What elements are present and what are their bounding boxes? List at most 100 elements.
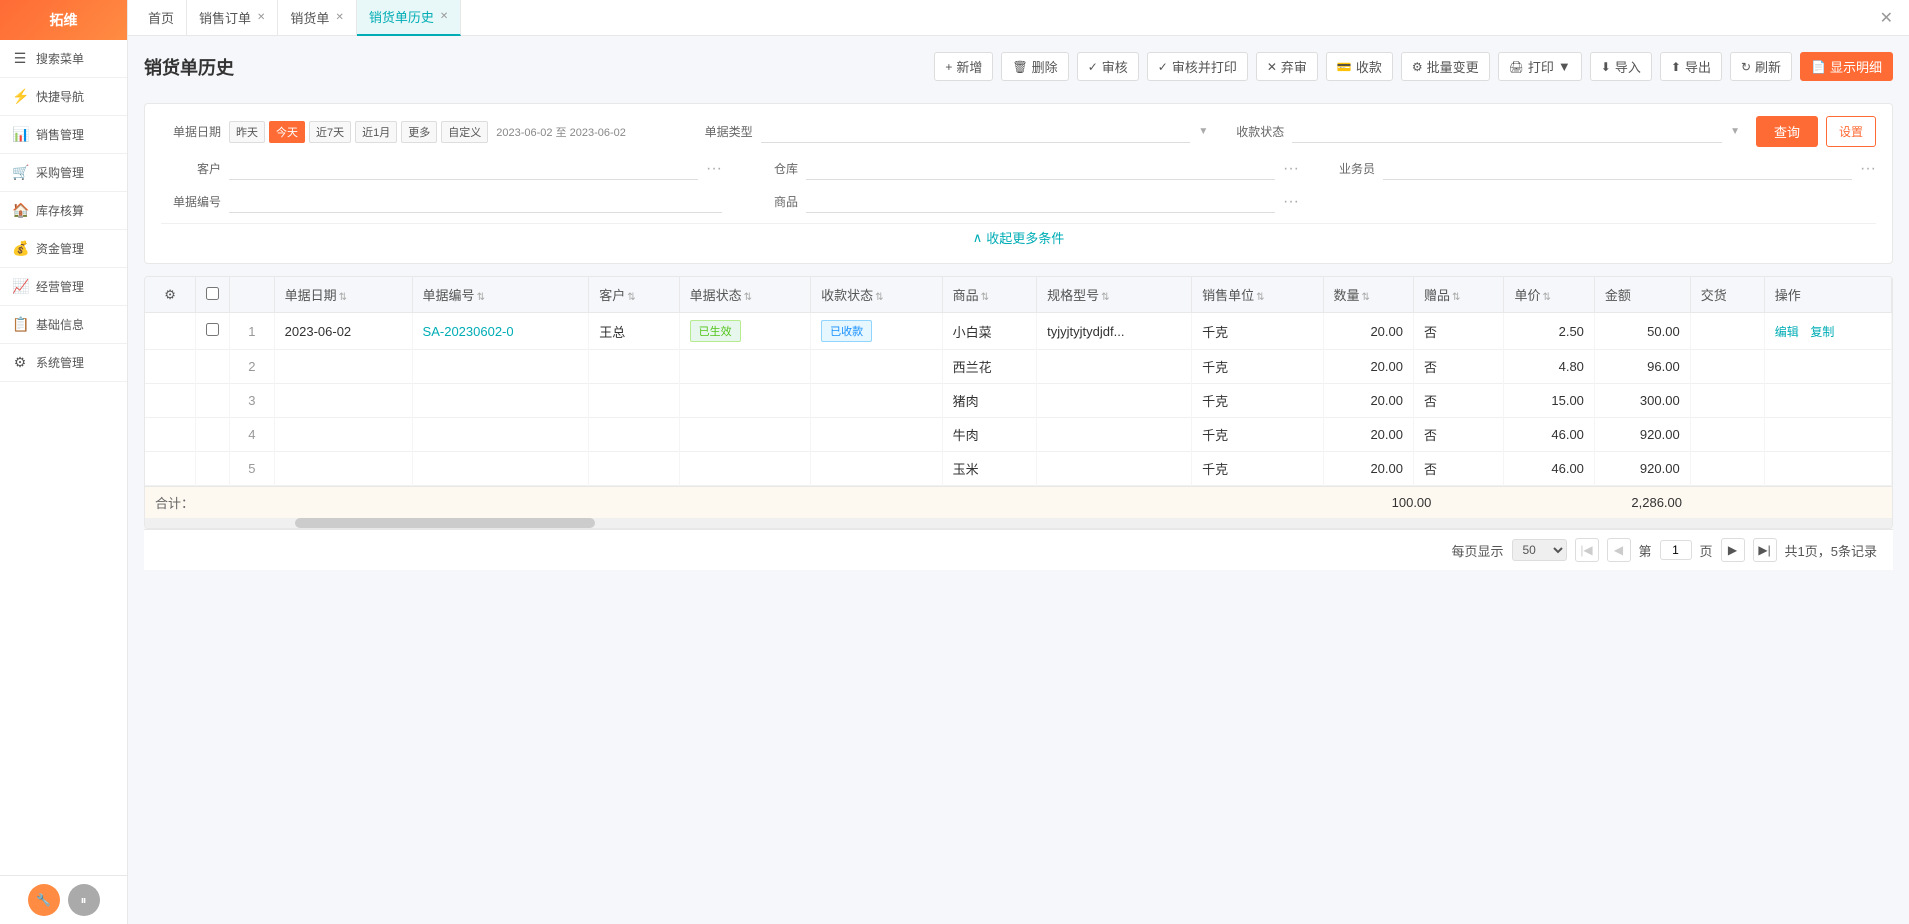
cell-doc-no[interactable] xyxy=(412,418,589,452)
goods-dots[interactable]: ··· xyxy=(1283,194,1299,210)
business-label: 业务员 xyxy=(1315,160,1375,177)
th-payment-status[interactable]: 收款状态⇅ xyxy=(811,277,942,313)
th-gear[interactable]: ⚙ xyxy=(145,277,196,313)
cell-doc-no[interactable]: SA-20230602-0 xyxy=(412,313,589,350)
tab-sales-history-close[interactable]: ✕ xyxy=(440,11,448,22)
next-page-button[interactable]: ▶ xyxy=(1721,538,1745,562)
tab-sales-order-label: 销售订单 xyxy=(199,8,251,27)
copy-link[interactable]: 复制 xyxy=(1810,325,1834,339)
tab-sales-order[interactable]: 销售订单 ✕ xyxy=(187,0,278,36)
batch-change-button[interactable]: ⚙ 批量变更 xyxy=(1401,52,1490,81)
th-doc-date[interactable]: 单据日期⇅ xyxy=(274,277,412,313)
business-dots[interactable]: ··· xyxy=(1860,161,1876,177)
th-check[interactable] xyxy=(196,277,230,313)
tab-sales-order-close[interactable]: ✕ xyxy=(257,12,265,23)
date-custom-btn[interactable]: 自定义 xyxy=(441,121,488,143)
cell-check[interactable] xyxy=(196,452,230,486)
per-page-select[interactable]: 50 20 100 xyxy=(1512,539,1567,561)
date-today-btn[interactable]: 今天 xyxy=(269,121,305,143)
cell-gift: 否 xyxy=(1413,418,1503,452)
prev-page-button[interactable]: ◀ xyxy=(1607,538,1631,562)
cell-check[interactable] xyxy=(196,350,230,384)
sidebar-item-sys-mgmt[interactable]: ⚙ 系统管理 xyxy=(0,344,127,382)
delete-label: 删除 xyxy=(1032,57,1058,76)
last-page-button[interactable]: ▶| xyxy=(1753,538,1777,562)
th-unit-price-label: 单价 xyxy=(1514,288,1540,303)
page-number-input[interactable] xyxy=(1660,540,1692,560)
tab-sales-history[interactable]: 销货单历史 ✕ xyxy=(357,0,461,36)
tab-sales-delivery[interactable]: 销货单 ✕ xyxy=(278,0,356,36)
close-all-tabs-button[interactable]: ✕ xyxy=(1872,8,1901,28)
settings-button[interactable]: 设置 xyxy=(1826,116,1876,147)
audit-button[interactable]: ✓ 审核 xyxy=(1077,52,1139,81)
th-doc-status[interactable]: 单据状态⇅ xyxy=(679,277,810,313)
tab-sales-delivery-close[interactable]: ✕ xyxy=(335,12,343,23)
th-unit-price[interactable]: 单价⇅ xyxy=(1504,277,1594,313)
query-button[interactable]: 查询 xyxy=(1756,116,1818,147)
sidebar-item-inventory[interactable]: 🏠 库存核算 xyxy=(0,192,127,230)
sidebar-item-finance[interactable]: 💰 资金管理 xyxy=(0,230,127,268)
sidebar-item-sales-mgmt[interactable]: 📊 销售管理 xyxy=(0,116,127,154)
date-1month-btn[interactable]: 近1月 xyxy=(355,121,397,143)
sidebar-bottom-btn2[interactable]: ⏸ xyxy=(68,884,100,916)
date-7days-btn[interactable]: 近7天 xyxy=(309,121,351,143)
goods-input[interactable] xyxy=(806,190,1275,213)
delete-button[interactable]: 🗑 删除 xyxy=(1001,52,1068,81)
cell-check[interactable] xyxy=(196,418,230,452)
collect-button[interactable]: 💳 收款 xyxy=(1326,52,1393,81)
tab-home[interactable]: 首页 xyxy=(136,0,187,36)
sidebar-item-search-menu[interactable]: ☰ 搜索菜单 xyxy=(0,40,127,78)
cell-doc-no[interactable] xyxy=(412,384,589,418)
date-yesterday-btn[interactable]: 昨天 xyxy=(229,121,265,143)
payment-status-select[interactable] xyxy=(1292,120,1722,143)
business-input[interactable] xyxy=(1383,157,1852,180)
warehouse-input[interactable] xyxy=(806,157,1275,180)
filter-row-1: 单据日期 昨天 今天 近7天 近1月 更多 自定义 2023-06-02 至 2… xyxy=(161,116,1876,147)
cell-goods: 西兰花 xyxy=(942,350,1037,384)
cell-doc-no[interactable] xyxy=(412,350,589,384)
cell-doc-no[interactable] xyxy=(412,452,589,486)
first-page-button[interactable]: |◀ xyxy=(1575,538,1599,562)
collect-icon: 💳 xyxy=(1337,60,1352,74)
collapse-button[interactable]: ∧ 收起更多条件 xyxy=(161,223,1876,251)
export-button[interactable]: ⬆ 导出 xyxy=(1660,52,1722,81)
th-gift[interactable]: 赠品⇅ xyxy=(1413,277,1503,313)
th-unit[interactable]: 销售单位⇅ xyxy=(1192,277,1323,313)
customer-input[interactable] xyxy=(229,157,698,180)
cell-quantity: 20.00 xyxy=(1323,384,1413,418)
doc-no-input[interactable] xyxy=(229,190,722,213)
sidebar-bottom-btn1[interactable]: 🔧 xyxy=(28,884,60,916)
th-doc-no[interactable]: 单据编号⇅ xyxy=(412,277,589,313)
edit-link[interactable]: 编辑 xyxy=(1775,325,1799,339)
refresh-button[interactable]: ↻ 刷新 xyxy=(1730,52,1792,81)
cell-check[interactable] xyxy=(196,384,230,418)
audit-print-button[interactable]: ✓ 审核并打印 xyxy=(1147,52,1248,81)
customer-dots[interactable]: ··· xyxy=(706,161,722,177)
cell-gear xyxy=(145,350,196,384)
new-button[interactable]: + 新增 xyxy=(934,52,993,81)
show-detail-button[interactable]: 📄 显示明细 xyxy=(1800,52,1893,81)
warehouse-dots[interactable]: ··· xyxy=(1283,161,1299,177)
sidebar-item-base-info[interactable]: 📋 基础信息 xyxy=(0,306,127,344)
th-quantity[interactable]: 数量⇅ xyxy=(1323,277,1413,313)
horizontal-scrollbar-thumb[interactable] xyxy=(295,518,595,528)
th-customer[interactable]: 客户⇅ xyxy=(589,277,679,313)
export-label: 导出 xyxy=(1685,57,1711,76)
cell-gift: 否 xyxy=(1413,313,1503,350)
sidebar-item-purchase-mgmt[interactable]: 🛒 采购管理 xyxy=(0,154,127,192)
cell-check[interactable] xyxy=(196,313,230,350)
sidebar-item-quick-nav[interactable]: ⚡ 快捷导航 xyxy=(0,78,127,116)
sidebar-bottom: 🔧 ⏸ xyxy=(0,875,127,924)
discard-button[interactable]: ✕ 弃审 xyxy=(1256,52,1318,81)
import-button[interactable]: ⬇ 导入 xyxy=(1590,52,1652,81)
date-more-btn[interactable]: 更多 xyxy=(401,121,437,143)
print-button[interactable]: 🖨 打印 ▼ xyxy=(1498,52,1582,81)
th-goods[interactable]: 商品⇅ xyxy=(942,277,1037,313)
row-checkbox[interactable] xyxy=(206,323,219,336)
cell-payment-status xyxy=(811,452,942,486)
cell-action: 编辑 复制 xyxy=(1764,313,1891,350)
sidebar-item-operations[interactable]: 📈 经营管理 xyxy=(0,268,127,306)
doc-type-select[interactable] xyxy=(761,120,1191,143)
th-spec[interactable]: 规格型号⇅ xyxy=(1037,277,1192,313)
select-all-checkbox[interactable] xyxy=(206,287,219,300)
